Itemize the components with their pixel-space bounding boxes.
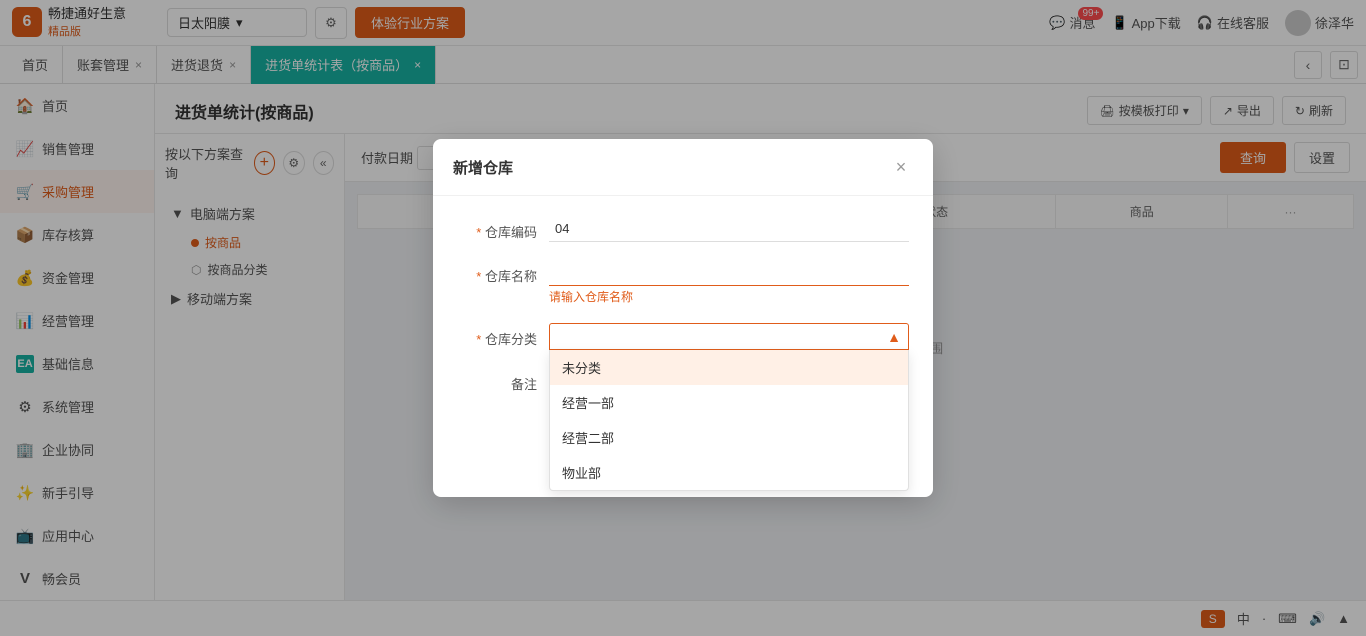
- form-row-category: * 仓库分类 ▲ 未分类 经营一部 经营二部 物业部: [457, 323, 909, 350]
- modal-title: 新增仓库: [453, 157, 513, 178]
- modal-header: 新增仓库 ×: [433, 139, 933, 196]
- new-warehouse-modal: 新增仓库 × * 仓库编码 * 仓库名称 请输入仓库名称: [433, 139, 933, 497]
- modal-overlay[interactable]: 新增仓库 × * 仓库编码 * 仓库名称 请输入仓库名称: [0, 0, 1366, 636]
- category-dropdown: 未分类 经营一部 经营二部 物业部: [549, 350, 909, 491]
- code-input[interactable]: [549, 216, 909, 242]
- dropdown-item-dept2[interactable]: 经营二部: [550, 420, 908, 455]
- form-row-name: * 仓库名称 请输入仓库名称: [457, 260, 909, 305]
- name-input[interactable]: [549, 260, 909, 286]
- category-select-wrap: ▲ 未分类 经营一部 经营二部 物业部: [549, 323, 909, 350]
- form-row-code: * 仓库编码: [457, 216, 909, 242]
- remark-label: 备注: [457, 368, 537, 393]
- code-label: * 仓库编码: [457, 216, 537, 241]
- name-error: 请输入仓库名称: [549, 288, 909, 305]
- category-input[interactable]: [549, 323, 909, 350]
- name-field-wrap: 请输入仓库名称: [549, 260, 909, 305]
- name-label: * 仓库名称: [457, 260, 537, 285]
- dropdown-item-dept1[interactable]: 经营一部: [550, 385, 908, 420]
- modal-body: * 仓库编码 * 仓库名称 请输入仓库名称 *: [433, 196, 933, 432]
- dropdown-item-none[interactable]: 未分类: [550, 350, 908, 385]
- modal-close-button[interactable]: ×: [889, 155, 913, 179]
- dropdown-item-property[interactable]: 物业部: [550, 455, 908, 490]
- category-label: * 仓库分类: [457, 323, 537, 348]
- category-arrow-icon[interactable]: ▲: [887, 329, 901, 345]
